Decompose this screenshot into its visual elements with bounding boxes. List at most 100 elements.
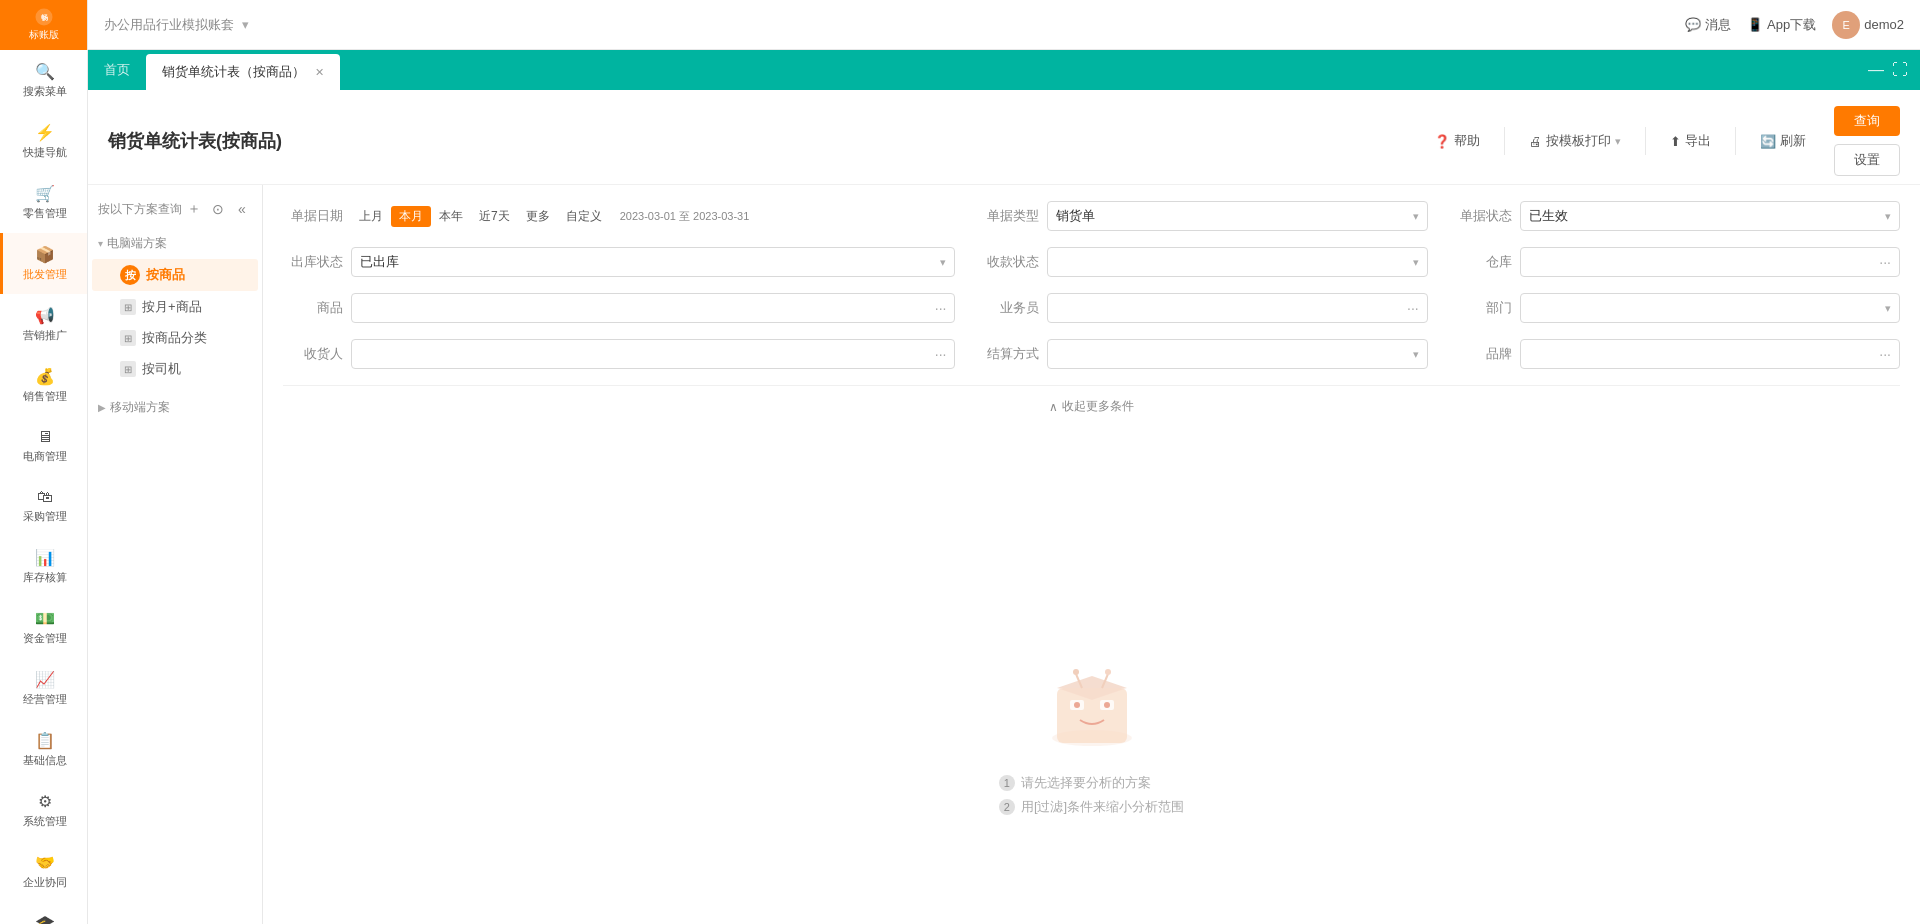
filter-item-doc-type: 单据类型 销货单 ▾ [979, 201, 1427, 231]
scheme-collapse-icon[interactable]: « [232, 199, 252, 219]
date-tab-last-month[interactable]: 上月 [351, 206, 391, 227]
sidebar-item-inventory[interactable]: 📊 库存核算 [0, 536, 87, 597]
doc-type-select[interactable]: 销货单 ▾ [1047, 201, 1427, 231]
sidebar-item-basic[interactable]: 📋 基础信息 [0, 719, 87, 780]
tab-sales-stat[interactable]: 销货单统计表（按商品） ✕ [146, 54, 340, 90]
settlement-label: 结算方式 [979, 345, 1039, 363]
date-tab-this-month[interactable]: 本月 [391, 206, 431, 227]
help-btn[interactable]: ❓ 帮助 [1434, 132, 1480, 150]
scheme-item-by-category[interactable]: ⊞ 按商品分类 [92, 323, 258, 353]
sidebar-item-quicknav[interactable]: ⚡ 快捷导航 [0, 111, 87, 172]
scheme-item-by-month-product-icon: ⊞ [120, 299, 136, 315]
message-icon: 💬 [1685, 17, 1701, 32]
settlement-chevron-icon: ▾ [1413, 348, 1419, 361]
empty-tip-1: 1 请先选择要分析的方案 [999, 774, 1184, 792]
export-icon: ⬆ [1670, 134, 1681, 149]
app-download-btn[interactable]: 📱 App下载 [1747, 16, 1816, 34]
scheme-sidebar: 按以下方案查询 ＋ ⊙ « ▾ 电脑端方案 按 按商品 [88, 185, 263, 924]
scheme-group-mobile-arrow: ▶ [98, 402, 106, 413]
top-bar-right: 💬 消息 📱 App下载 E demo2 [1685, 11, 1904, 39]
scheme-item-by-product-icon: 按 [120, 265, 140, 285]
empty-tip-2: 2 用[过滤]条件来缩小分析范围 [999, 798, 1184, 816]
tab-bar: 首页 销货单统计表（按商品） ✕ — ⛶ [88, 50, 1920, 90]
divider-2 [1645, 127, 1646, 155]
collapse-label: 收起更多条件 [1062, 398, 1134, 415]
finance-icon: 💵 [7, 609, 83, 628]
sidebar-item-purchase[interactable]: 🛍 采购管理 [0, 476, 87, 536]
sidebar-item-enterprise[interactable]: 🤝 企业协同 [0, 841, 87, 902]
sidebar-item-wholesale[interactable]: 📦 批发管理 [0, 233, 87, 294]
sidebar-item-search[interactable]: 🔍 搜索菜单 [0, 50, 87, 111]
guide-icon: 🎓 [7, 914, 83, 924]
collapse-btn[interactable]: ∧ 收起更多条件 [1049, 398, 1134, 415]
scheme-item-by-product[interactable]: 按 按商品 [92, 259, 258, 291]
workspace-name: 办公用品行业模拟账套 [104, 16, 234, 34]
tab-close-icon[interactable]: ✕ [315, 66, 324, 79]
marketing-icon: 📢 [7, 306, 83, 325]
export-btn[interactable]: ⬆ 导出 [1670, 132, 1711, 150]
print-btn[interactable]: 🖨 按模板打印 ▾ [1529, 132, 1621, 150]
sidebar-item-guide[interactable]: 🎓 新手引导 [0, 902, 87, 924]
empty-state: 1 请先选择要分析的方案 2 用[过滤]条件来缩小分析范围 [263, 531, 1920, 925]
consignee-dots-icon[interactable]: ··· [935, 346, 947, 362]
brand-dots-icon[interactable]: ··· [1879, 346, 1891, 362]
scheme-add-icon[interactable]: ＋ [184, 199, 204, 219]
filter-item-salesman: 业务员 ··· [979, 293, 1427, 323]
scheme-item-by-month-product[interactable]: ⊞ 按月+商品 [92, 292, 258, 322]
sidebar-item-ecom[interactable]: 🖥 电商管理 [0, 416, 87, 476]
product-select[interactable]: ··· [351, 293, 955, 323]
date-tab-more[interactable]: 更多 [518, 206, 558, 227]
warehouse-select[interactable]: ··· [1520, 247, 1900, 277]
settings-button[interactable]: 设置 [1834, 144, 1900, 176]
sidebar-item-system[interactable]: ⚙ 系统管理 [0, 780, 87, 841]
inventory-icon: 📊 [7, 548, 83, 567]
dept-select[interactable]: ▾ [1520, 293, 1900, 323]
doc-type-chevron-icon: ▾ [1413, 210, 1419, 223]
scheme-item-by-cashier[interactable]: ⊞ 按司机 [92, 354, 258, 384]
query-button[interactable]: 查询 [1834, 106, 1900, 136]
out-status-select[interactable]: 已出库 ▾ [351, 247, 955, 277]
sidebar-item-retail[interactable]: 🛒 零售管理 [0, 172, 87, 233]
refresh-btn[interactable]: 🔄 刷新 [1760, 132, 1806, 150]
consignee-select[interactable]: ··· [351, 339, 955, 369]
doc-status-select[interactable]: 已生效 ▾ [1520, 201, 1900, 231]
basic-icon: 📋 [7, 731, 83, 750]
tab-maximize-icon[interactable]: ⛶ [1892, 61, 1908, 79]
top-bar: 办公用品行业模拟账套 ▾ 💬 消息 📱 App下载 E demo2 [88, 0, 1920, 50]
date-tab-7days[interactable]: 近7天 [471, 206, 518, 227]
tab-bar-actions: — ⛶ [1868, 61, 1920, 79]
print-chevron-icon: ▾ [1615, 135, 1621, 148]
tab-home-label: 首页 [104, 61, 130, 79]
filter-item-dept: 部门 ▾ [1452, 293, 1900, 323]
scheme-edit-icon[interactable]: ⊙ [208, 199, 228, 219]
svg-text:畅: 畅 [40, 14, 47, 21]
wholesale-icon: 📦 [7, 245, 83, 264]
tab-home[interactable]: 首页 [88, 50, 146, 90]
warehouse-dots-icon[interactable]: ··· [1879, 254, 1891, 270]
user-avatar-btn[interactable]: E demo2 [1832, 11, 1904, 39]
salesman-select[interactable]: ··· [1047, 293, 1427, 323]
tab-minimize-icon[interactable]: — [1868, 61, 1884, 79]
scheme-group-pc-title[interactable]: ▾ 电脑端方案 [88, 229, 262, 258]
date-tab-this-year[interactable]: 本年 [431, 206, 471, 227]
scheme-item-by-category-label: 按商品分类 [142, 329, 207, 347]
date-tab-custom[interactable]: 自定义 [558, 206, 610, 227]
filter-item-settlement: 结算方式 ▾ [979, 339, 1427, 369]
salesman-dots-icon[interactable]: ··· [1407, 300, 1419, 316]
sidebar-item-finance[interactable]: 💵 资金管理 [0, 597, 87, 658]
message-btn[interactable]: 💬 消息 [1685, 16, 1731, 34]
filter-panel: 单据日期 上月 本月 本年 近7天 更多 自定义 20 [263, 185, 1920, 531]
brand-select[interactable]: ··· [1520, 339, 1900, 369]
date-tabs: 上月 本月 本年 近7天 更多 自定义 [351, 206, 610, 227]
main-panel: 单据日期 上月 本月 本年 近7天 更多 自定义 20 [263, 185, 1920, 924]
receipt-status-select[interactable]: ▾ [1047, 247, 1427, 277]
product-dots-icon[interactable]: ··· [935, 300, 947, 316]
sidebar-item-marketing[interactable]: 📢 营销推广 [0, 294, 87, 355]
sidebar-item-ops[interactable]: 📈 经营管理 [0, 658, 87, 719]
system-icon: ⚙ [7, 792, 83, 811]
settlement-select[interactable]: ▾ [1047, 339, 1427, 369]
filter-row-2: 出库状态 已出库 ▾ 收款状态 ▾ [283, 247, 1900, 277]
sidebar-item-sales[interactable]: 💰 销售管理 [0, 355, 87, 416]
filter-item-brand: 品牌 ··· [1452, 339, 1900, 369]
scheme-group-mobile-title[interactable]: ▶ 移动端方案 [88, 393, 262, 422]
